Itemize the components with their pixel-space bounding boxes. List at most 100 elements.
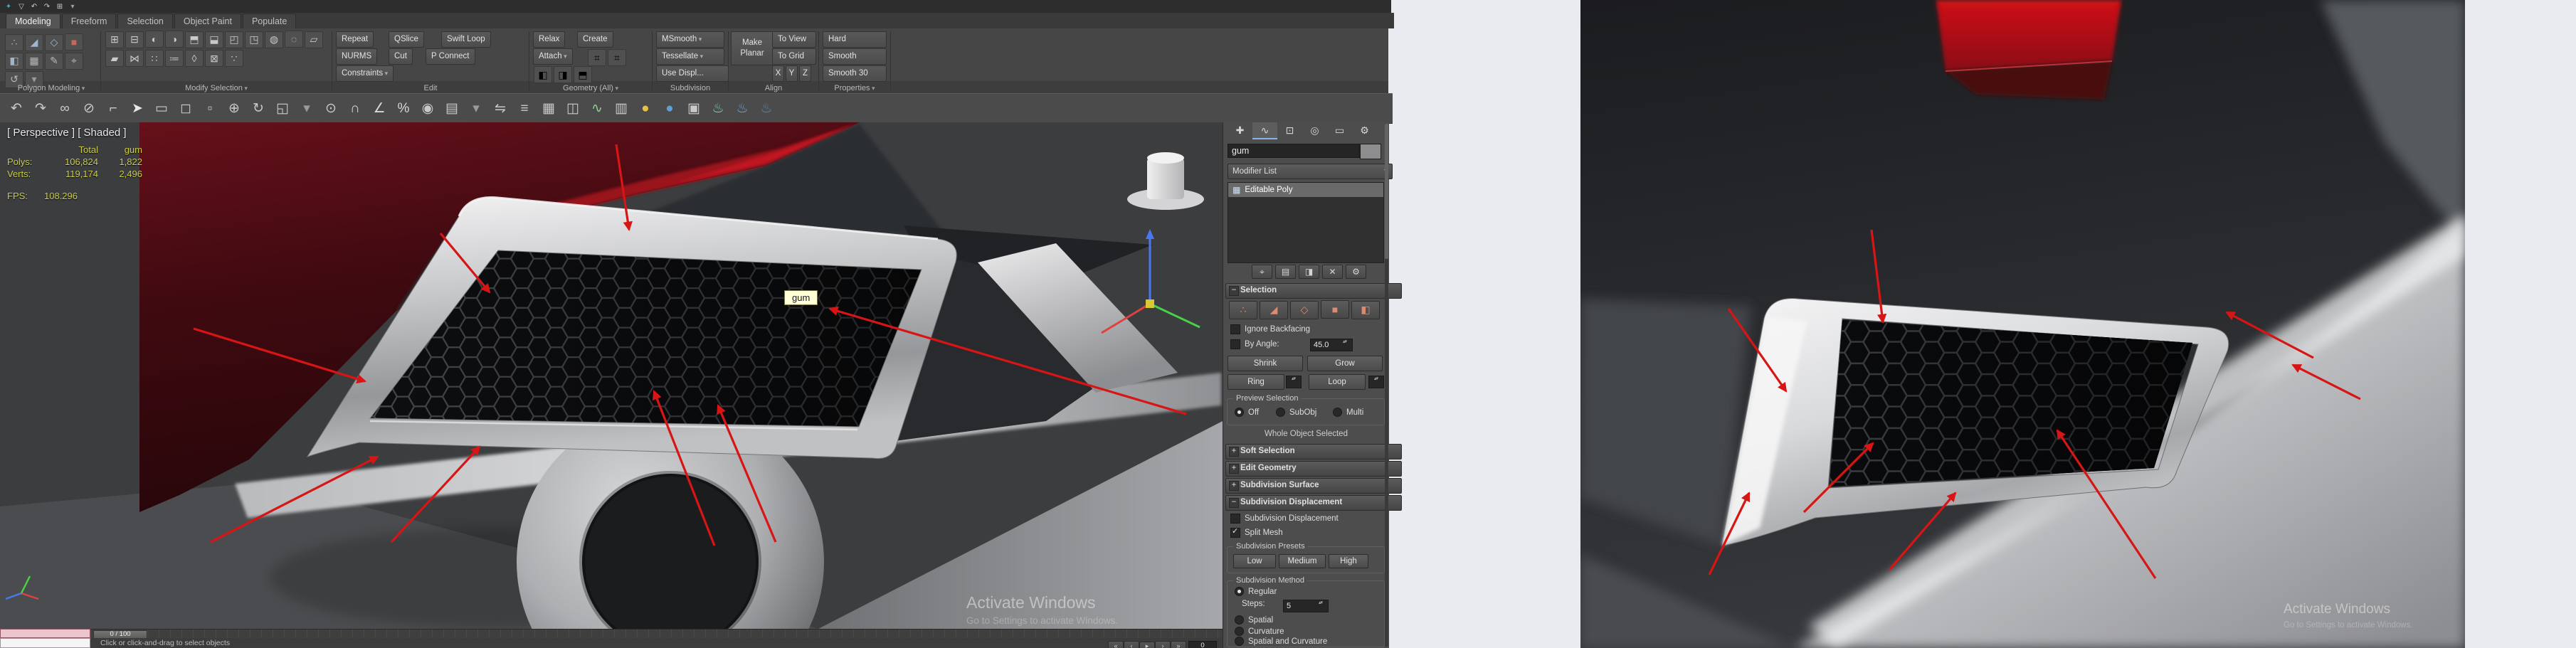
macro-recorder-box[interactable] <box>0 629 90 638</box>
grow-button[interactable]: Grow <box>1307 356 1383 371</box>
reference-coordinate-dropdown-icon[interactable]: ▾ <box>295 97 319 121</box>
smooth-edge-button[interactable]: Smooth <box>823 48 887 65</box>
schematic-view-icon[interactable]: ▥ <box>609 97 633 121</box>
relax-button[interactable]: Relax <box>533 31 566 48</box>
smooth-30-button[interactable]: Smooth 30 <box>823 65 887 82</box>
preset-high-button[interactable]: High <box>1329 554 1368 568</box>
select-object-icon[interactable]: ➤ <box>125 97 149 121</box>
grow-selection-icon[interactable]: ⊞ <box>105 31 124 48</box>
render-setup-icon[interactable]: ● <box>658 97 682 121</box>
by-angle-spinner[interactable]: 45.0 <box>1310 339 1353 351</box>
qat-dropdown-icon[interactable]: ▾ <box>67 1 78 11</box>
preset-medium-button[interactable]: Medium <box>1279 554 1326 568</box>
object-name-input[interactable] <box>1228 144 1360 158</box>
preview-multi-radio[interactable]: Multi <box>1333 408 1363 417</box>
make-planar-button[interactable]: Make Planar <box>731 31 774 65</box>
method-spatial-radio[interactable]: Spatial <box>1235 615 1273 625</box>
rollout-soft-selection[interactable]: Soft Selection <box>1225 444 1402 460</box>
ring-shrink-icon[interactable]: ⬒ <box>185 31 204 48</box>
time-slider-trackbar[interactable]: 0 / 100 <box>90 629 1223 639</box>
slice-plane-icon[interactable]: ⬒ <box>574 66 592 83</box>
cap-poly-icon[interactable]: ◧ <box>534 66 552 83</box>
vertex-mode-icon[interactable]: ∴ <box>5 33 23 51</box>
dot-ring-icon[interactable]: ≔ <box>165 50 184 67</box>
ring-button[interactable]: Ring <box>1228 374 1284 390</box>
quadrify-icon[interactable]: ◨ <box>554 66 572 83</box>
group-label-align[interactable]: Align <box>729 84 818 92</box>
repeat-button[interactable]: Repeat <box>336 31 374 48</box>
to-view-button[interactable]: To View <box>772 31 816 48</box>
edit-poly-mode-icon[interactable]: ✎ <box>45 52 63 70</box>
percent-snap-toggle-icon[interactable]: % <box>391 97 416 121</box>
maxscript-mini-listener[interactable] <box>0 638 90 648</box>
preview-subobj-radio[interactable]: SubObj <box>1276 408 1316 417</box>
loop-grow-icon[interactable]: ◳ <box>245 31 263 48</box>
layer-manager-icon[interactable]: ▦ <box>537 97 561 121</box>
select-by-pivot-icon[interactable]: ∵ <box>225 50 243 67</box>
subdivision-displacement-checkbox[interactable]: Subdivision Displacement <box>1230 514 1339 524</box>
ribbon-tab-modeling[interactable]: Modeling <box>6 14 60 28</box>
go-to-start-icon[interactable]: « <box>1108 641 1124 648</box>
scrollbar-thumb[interactable] <box>1385 124 1388 259</box>
method-regular-radio[interactable]: Regular <box>1235 587 1277 596</box>
ring-spinner[interactable] <box>1286 376 1302 388</box>
border-mode-icon[interactable]: ◇ <box>45 33 63 51</box>
preset-low-button[interactable]: Low <box>1233 554 1276 568</box>
group-label-modify-selection[interactable]: Modify Selection <box>102 84 331 92</box>
fill-selection-icon[interactable]: ▱ <box>305 31 323 48</box>
current-frame-field[interactable]: 0 <box>1188 640 1217 648</box>
viewport-label[interactable]: [ Perspective ] [ Shaded ] <box>7 127 127 139</box>
next-frame-icon[interactable]: › <box>1155 641 1171 648</box>
method-spatial-curvature-radio[interactable]: Spatial and Curvature <box>1235 637 1327 646</box>
create-button[interactable]: Create <box>577 31 613 48</box>
pin-stack-icon[interactable]: ⌖ <box>1252 265 1272 279</box>
object-color-swatch[interactable] <box>1360 144 1381 159</box>
polygon-mode-icon[interactable]: ■ <box>65 33 83 51</box>
undo-icon[interactable]: ↶ <box>28 1 40 11</box>
align-y-button[interactable]: Y <box>786 65 798 82</box>
render-iterative-icon[interactable]: ♨ <box>730 97 754 121</box>
rendered-frame-window-icon[interactable]: ▣ <box>682 97 706 121</box>
ribbon-tab-object-paint[interactable]: Object Paint <box>174 14 241 28</box>
shrink-selection-icon[interactable]: ⊟ <box>125 31 144 48</box>
constraints-dropdown[interactable]: Constraints <box>336 65 394 82</box>
command-panel-scrollbar[interactable] <box>1385 124 1388 647</box>
redo-icon[interactable]: ↷ <box>28 97 53 121</box>
ring-grow-icon[interactable]: ⬓ <box>205 31 223 48</box>
rollout-subdivision-displacement[interactable]: Subdivision Displacement <box>1225 495 1402 511</box>
play-animation-icon[interactable]: ▸ <box>1139 641 1155 648</box>
split-mesh-checkbox[interactable]: Split Mesh <box>1230 526 1283 538</box>
msmooth-button[interactable]: MSmooth <box>656 31 724 48</box>
display-tab-icon[interactable]: ▭ <box>1327 122 1352 139</box>
loop-button[interactable]: Loop <box>1309 374 1366 390</box>
ignore-backfacing-checkbox[interactable]: Ignore Backfacing <box>1230 324 1310 334</box>
ring-selection-icon[interactable]: ◐ <box>145 31 164 48</box>
remove-modifier-icon[interactable]: ✕ <box>1322 265 1343 279</box>
group-label-geometry-all[interactable]: Geometry (All) <box>530 84 651 92</box>
show-end-result-icon[interactable]: ▤ <box>1275 265 1296 279</box>
modifier-list-dropdown[interactable]: Modifier List <box>1228 164 1393 179</box>
steps-spinner[interactable]: 5 <box>1283 600 1329 612</box>
angle-snap-toggle-icon[interactable]: ∠ <box>367 97 391 121</box>
select-by-name-icon[interactable]: ▭ <box>149 97 174 121</box>
edge-mode-icon[interactable]: ◢ <box>25 33 43 51</box>
step-mode-icon[interactable]: ⋈ <box>125 50 144 67</box>
bind-to-space-warp-icon[interactable]: ⌐ <box>101 97 125 121</box>
project-folder-icon[interactable]: ⊞ <box>54 1 65 11</box>
modifier-stack-item[interactable]: ▦ Editable Poly <box>1228 183 1383 197</box>
align-z-button[interactable]: Z <box>799 65 811 82</box>
method-curvature-radio[interactable]: Curvature <box>1235 627 1284 636</box>
dot-gap-icon[interactable]: ∷ <box>145 50 164 67</box>
redo-icon[interactable]: ↷ <box>41 1 53 11</box>
outline-selection-icon[interactable]: ◍ <box>265 31 283 48</box>
detach-icon[interactable]: ⌗ <box>588 49 606 66</box>
graphite-modeling-toggle-icon[interactable]: ◫ <box>561 97 585 121</box>
rectangular-selection-region-icon[interactable]: ◻ <box>174 97 198 121</box>
element-subobject-icon[interactable]: ◧ <box>1351 300 1380 319</box>
vertex-subobject-icon[interactable]: ∴ <box>1229 300 1257 319</box>
group-label-subdivision[interactable]: Subdivision <box>653 84 727 92</box>
motion-tab-icon[interactable]: ◎ <box>1302 122 1327 139</box>
p-connect-button[interactable]: P Connect <box>426 48 475 65</box>
perspective-viewport[interactable]: [ Perspective ] [ Shaded ] Total gum Poly… <box>0 122 1223 629</box>
similar-selection-icon[interactable]: ◌ <box>285 31 303 48</box>
